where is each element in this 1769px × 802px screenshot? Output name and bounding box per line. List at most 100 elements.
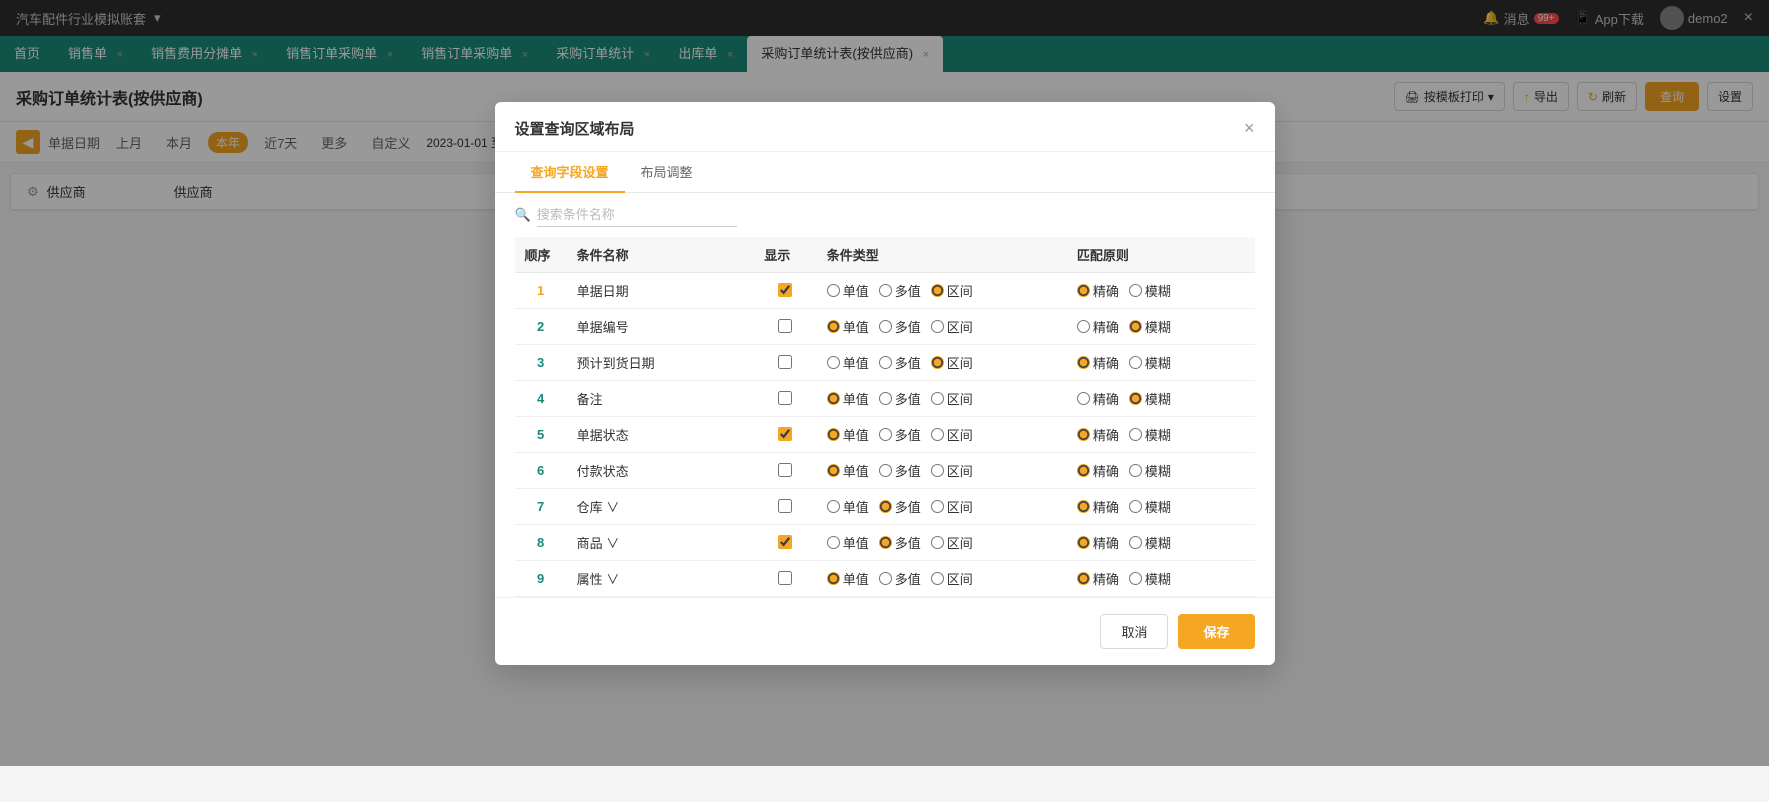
row-type-radios: 单值多值区间 bbox=[817, 560, 1067, 596]
row-type-radios: 单值多值区间 bbox=[817, 488, 1067, 524]
show-checkbox-input[interactable] bbox=[778, 355, 792, 369]
table-row: 1单据日期单值多值区间精确模糊 bbox=[515, 272, 1255, 308]
radio-match-option[interactable]: 精确 bbox=[1077, 281, 1119, 300]
row-order: 2 bbox=[515, 308, 567, 344]
row-show-checkbox[interactable] bbox=[754, 560, 817, 596]
radio-type-option[interactable]: 单值 bbox=[827, 389, 869, 408]
radio-match-option[interactable]: 模糊 bbox=[1129, 533, 1171, 552]
row-show-checkbox[interactable] bbox=[754, 380, 817, 416]
show-checkbox-input[interactable] bbox=[778, 571, 792, 585]
radio-match-option[interactable]: 模糊 bbox=[1129, 389, 1171, 408]
row-condition-name: 单据编号 bbox=[567, 308, 755, 344]
row-show-checkbox[interactable] bbox=[754, 524, 817, 560]
radio-type-option[interactable]: 区间 bbox=[931, 389, 973, 408]
radio-match-option[interactable]: 精确 bbox=[1077, 353, 1119, 372]
radio-match-option[interactable]: 模糊 bbox=[1129, 497, 1171, 516]
show-checkbox-input[interactable] bbox=[778, 319, 792, 333]
radio-type-option[interactable]: 单值 bbox=[827, 497, 869, 516]
radio-type-option[interactable]: 区间 bbox=[931, 425, 973, 444]
radio-match-option[interactable]: 精确 bbox=[1077, 497, 1119, 516]
radio-type-option[interactable]: 区间 bbox=[931, 317, 973, 336]
cancel-button[interactable]: 取消 bbox=[1100, 614, 1168, 649]
table-row: 6付款状态单值多值区间精确模糊 bbox=[515, 452, 1255, 488]
row-type-radios: 单值多值区间 bbox=[817, 380, 1067, 416]
search-input[interactable] bbox=[537, 203, 737, 227]
th-type: 条件类型 bbox=[817, 237, 1067, 273]
row-type-radios: 单值多值区间 bbox=[817, 308, 1067, 344]
radio-match-option[interactable]: 精确 bbox=[1077, 425, 1119, 444]
table-row: 5单据状态单值多值区间精确模糊 bbox=[515, 416, 1255, 452]
radio-match-option[interactable]: 模糊 bbox=[1129, 461, 1171, 480]
row-order: 5 bbox=[515, 416, 567, 452]
show-checkbox-input[interactable] bbox=[778, 283, 792, 297]
radio-type-option[interactable]: 区间 bbox=[931, 533, 973, 552]
radio-type-option[interactable]: 多值 bbox=[879, 569, 921, 588]
radio-type-option[interactable]: 多值 bbox=[879, 389, 921, 408]
dialog-tabs: 查询字段设置 布局调整 bbox=[495, 152, 1275, 193]
radio-match-option[interactable]: 精确 bbox=[1077, 569, 1119, 588]
radio-type-option[interactable]: 多值 bbox=[879, 497, 921, 516]
radio-type-option[interactable]: 区间 bbox=[931, 497, 973, 516]
row-show-checkbox[interactable] bbox=[754, 416, 817, 452]
radio-type-option[interactable]: 区间 bbox=[931, 353, 973, 372]
row-match-radios: 精确模糊 bbox=[1067, 524, 1255, 560]
radio-type-option[interactable]: 多值 bbox=[879, 425, 921, 444]
radio-match-option[interactable]: 模糊 bbox=[1129, 425, 1171, 444]
table-row: 7仓库 ∨单值多值区间精确模糊 bbox=[515, 488, 1255, 524]
row-condition-name: 预计到货日期 bbox=[567, 344, 755, 380]
show-checkbox-input[interactable] bbox=[778, 391, 792, 405]
table-row: 2单据编号单值多值区间精确模糊 bbox=[515, 308, 1255, 344]
row-show-checkbox[interactable] bbox=[754, 308, 817, 344]
radio-type-option[interactable]: 区间 bbox=[931, 461, 973, 480]
radio-match-option[interactable]: 精确 bbox=[1077, 389, 1119, 408]
row-show-checkbox[interactable] bbox=[754, 452, 817, 488]
dialog-table: 顺序 条件名称 显示 条件类型 匹配原则 1单据日期单值多值区间精确模糊2单据编… bbox=[515, 237, 1255, 597]
row-type-radios: 单值多值区间 bbox=[817, 272, 1067, 308]
row-order: 7 bbox=[515, 488, 567, 524]
row-condition-name: 仓库 ∨ bbox=[567, 488, 755, 524]
row-show-checkbox[interactable] bbox=[754, 344, 817, 380]
row-order: 4 bbox=[515, 380, 567, 416]
radio-type-option[interactable]: 单值 bbox=[827, 569, 869, 588]
radio-type-option[interactable]: 多值 bbox=[879, 281, 921, 300]
radio-type-option[interactable]: 多值 bbox=[879, 353, 921, 372]
table-row: 4备注单值多值区间精确模糊 bbox=[515, 380, 1255, 416]
radio-match-option[interactable]: 模糊 bbox=[1129, 353, 1171, 372]
th-order: 顺序 bbox=[515, 237, 567, 273]
th-show: 显示 bbox=[754, 237, 817, 273]
show-checkbox-input[interactable] bbox=[778, 427, 792, 441]
radio-type-option[interactable]: 多值 bbox=[879, 533, 921, 552]
show-checkbox-input[interactable] bbox=[778, 499, 792, 513]
radio-type-option[interactable]: 单值 bbox=[827, 461, 869, 480]
radio-type-option[interactable]: 单值 bbox=[827, 317, 869, 336]
tab-layout[interactable]: 布局调整 bbox=[625, 152, 709, 193]
save-button[interactable]: 保存 bbox=[1178, 614, 1254, 649]
radio-match-option[interactable]: 精确 bbox=[1077, 317, 1119, 336]
row-match-radios: 精确模糊 bbox=[1067, 272, 1255, 308]
show-checkbox-input[interactable] bbox=[778, 463, 792, 477]
dialog-close-button[interactable]: × bbox=[1244, 119, 1255, 137]
radio-match-option[interactable]: 模糊 bbox=[1129, 281, 1171, 300]
radio-match-option[interactable]: 精确 bbox=[1077, 461, 1119, 480]
radio-type-option[interactable]: 单值 bbox=[827, 281, 869, 300]
row-order: 8 bbox=[515, 524, 567, 560]
radio-type-option[interactable]: 多值 bbox=[879, 461, 921, 480]
radio-type-option[interactable]: 单值 bbox=[827, 353, 869, 372]
tab-query-fields[interactable]: 查询字段设置 bbox=[515, 152, 625, 193]
radio-type-option[interactable]: 区间 bbox=[931, 569, 973, 588]
overlay: 设置查询区域布局 × 查询字段设置 布局调整 🔍 顺序 条件名称 显示 条件类型 bbox=[0, 0, 1769, 766]
radio-match-option[interactable]: 精确 bbox=[1077, 533, 1119, 552]
radio-match-option[interactable]: 模糊 bbox=[1129, 569, 1171, 588]
table-row: 8商品 ∨ 单值多值区间 精确模糊 bbox=[515, 524, 1255, 560]
radio-type-option[interactable]: 区间 bbox=[931, 281, 973, 300]
row-show-checkbox[interactable] bbox=[754, 488, 817, 524]
row-show-checkbox[interactable] bbox=[754, 272, 817, 308]
row-order: 1 bbox=[515, 272, 567, 308]
radio-type-option[interactable]: 多值 bbox=[879, 317, 921, 336]
radio-type-option[interactable]: 单值 bbox=[827, 425, 869, 444]
row-condition-name: 商品 ∨ bbox=[567, 524, 755, 560]
radio-type-option[interactable]: 单值 bbox=[827, 533, 869, 552]
row-condition-name: 单据日期 bbox=[567, 272, 755, 308]
radio-match-option[interactable]: 模糊 bbox=[1129, 317, 1171, 336]
show-checkbox-input[interactable] bbox=[778, 535, 792, 549]
